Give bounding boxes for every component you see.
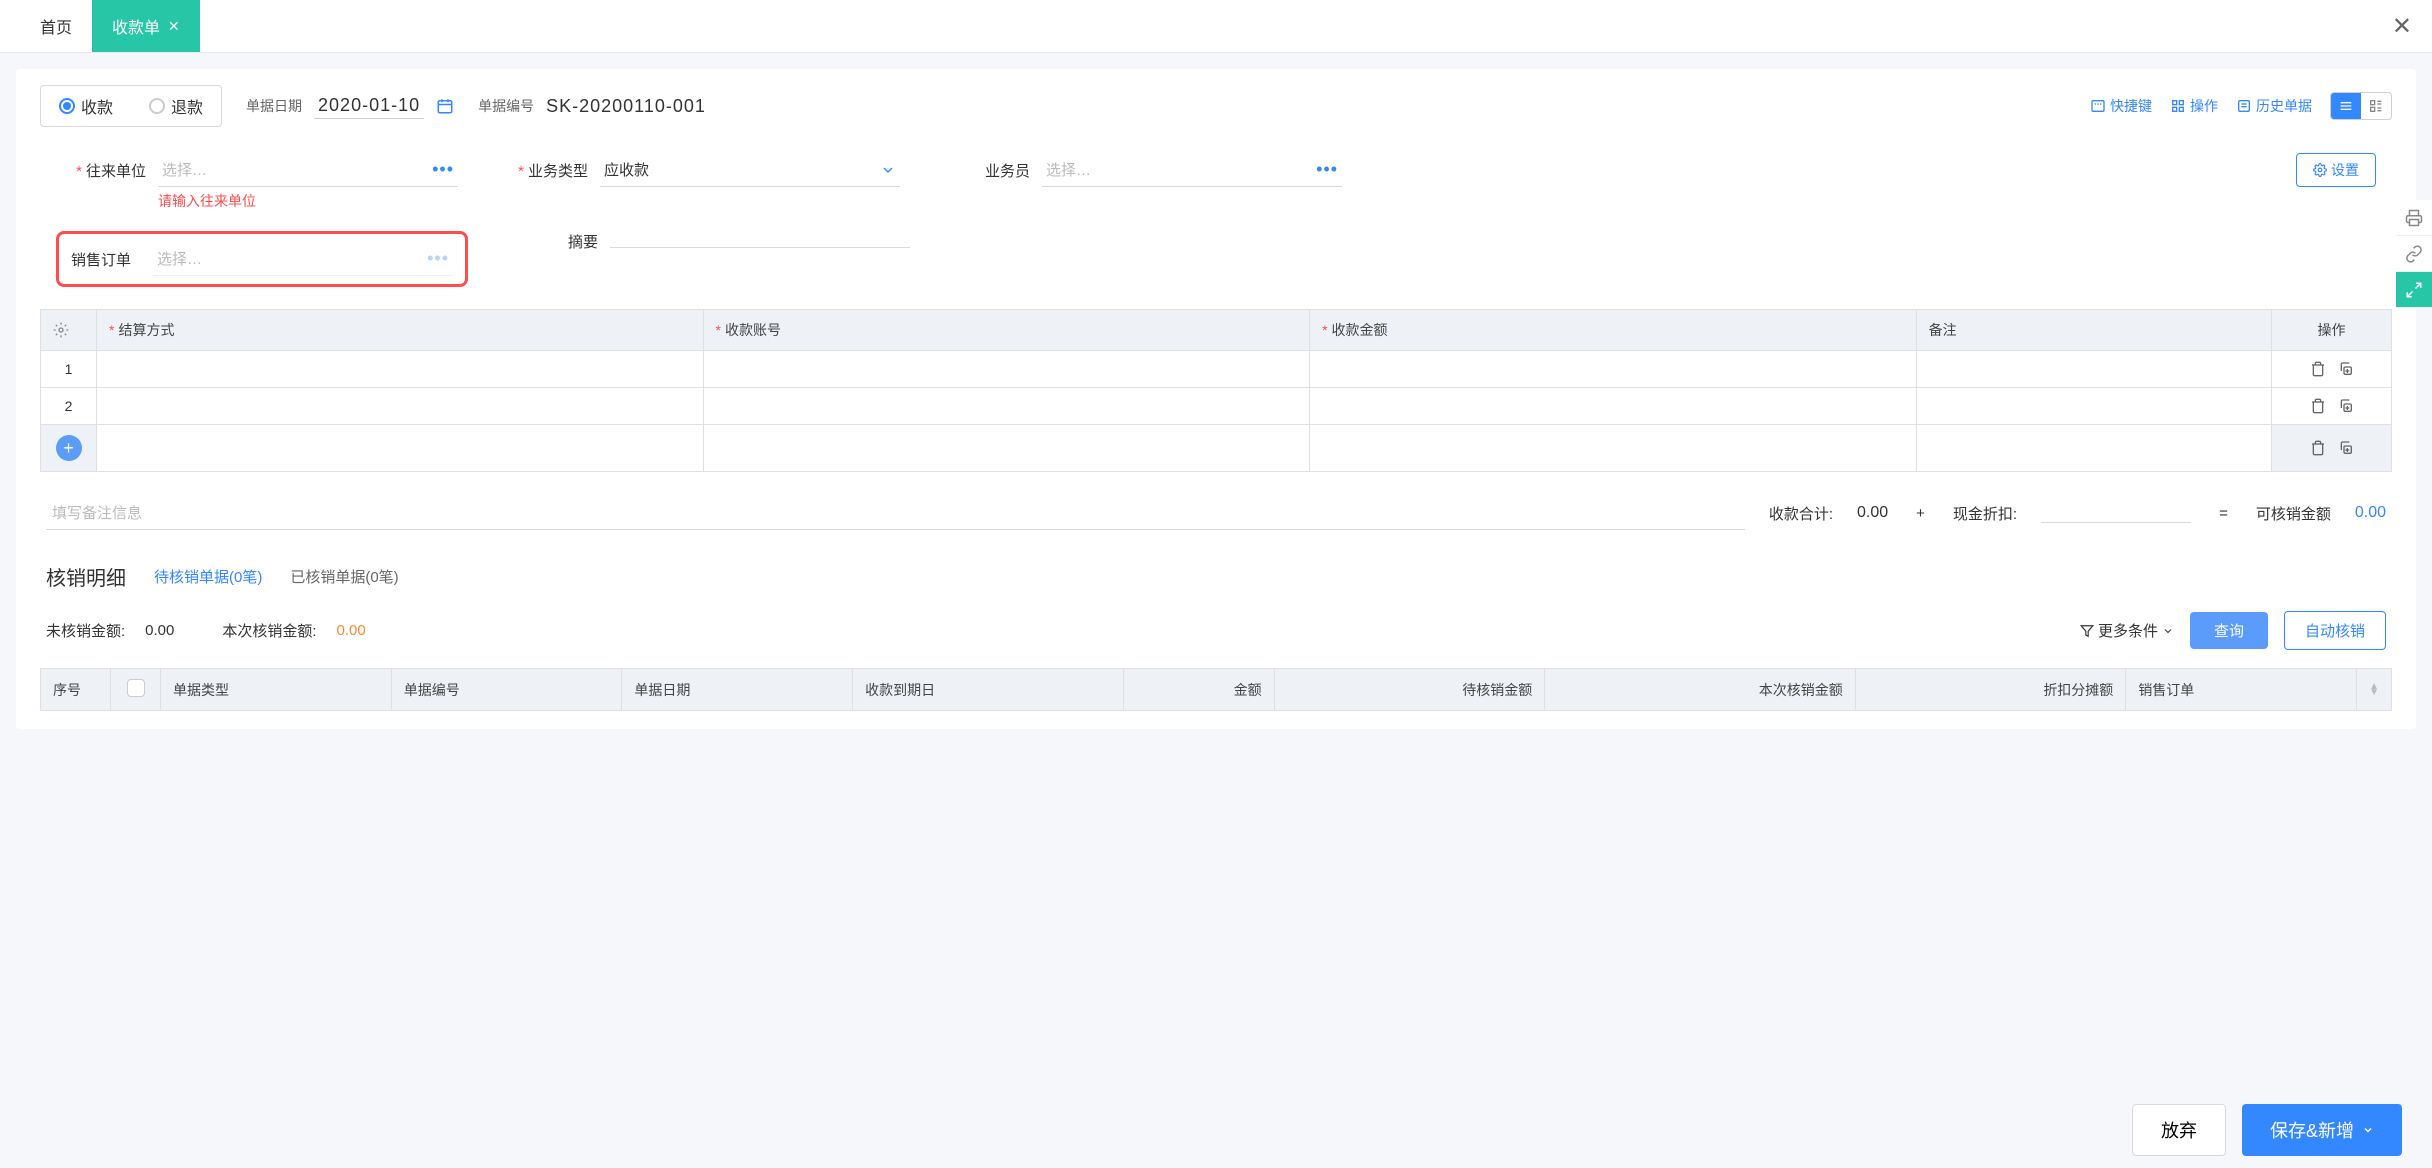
offset-value: 0.00 xyxy=(2355,504,2386,522)
shortcut-link[interactable]: 快捷键 xyxy=(2090,96,2152,116)
settings-button[interactable]: 设置 xyxy=(2296,153,2376,187)
add-row-button[interactable]: + xyxy=(56,435,82,461)
col-current: 本次核销金额 xyxy=(1545,669,1855,711)
pending-tab[interactable]: 待核销单据(0笔) xyxy=(154,562,262,591)
doc-num-value: SK-20200110-001 xyxy=(546,96,706,117)
verify-section-title: 核销明细 xyxy=(46,562,126,591)
radio-refund[interactable]: 退款 xyxy=(131,86,221,126)
sales-order-highlight: 销售订单 选择… ••• xyxy=(56,231,468,287)
radio-unchecked-icon xyxy=(149,98,165,114)
discount-input[interactable] xyxy=(2041,503,2191,523)
more-conditions-toggle[interactable]: 更多条件 xyxy=(2080,620,2174,641)
checkbox-icon xyxy=(127,679,145,697)
offset-label: 可核销金额 xyxy=(2256,503,2331,524)
receipt-table: *结算方式 *收款账号 *收款金额 备注 操作 1 2 xyxy=(40,309,2392,472)
unverified-value: 0.00 xyxy=(145,622,174,639)
delete-icon[interactable] xyxy=(2310,398,2326,414)
table-row: 2 xyxy=(41,388,2392,425)
biztype-select[interactable]: 应收款 xyxy=(600,153,900,187)
col-doc-type: 单据类型 xyxy=(161,669,392,711)
view-list-btn[interactable] xyxy=(2331,93,2361,119)
salesperson-label: 业务员 xyxy=(940,160,1030,181)
table-row: 1 xyxy=(41,351,2392,388)
copy-icon[interactable] xyxy=(2338,440,2354,456)
col-gear[interactable] xyxy=(41,310,97,351)
close-all-icon[interactable]: ✕ xyxy=(2392,12,2412,41)
sales-order-select[interactable]: 选择… ••• xyxy=(153,242,453,276)
doc-date-value[interactable]: 2020-01-10 xyxy=(314,93,424,119)
sales-order-label: 销售订单 xyxy=(71,249,141,270)
verify-table: 序号 单据类型 单据编号 单据日期 收款到期日 金额 待核销金额 本次核销金额 … xyxy=(40,668,2392,711)
col-amount: 金额 xyxy=(1123,669,1274,711)
row-num: 1 xyxy=(41,351,97,388)
row-num: 2 xyxy=(41,388,97,425)
tab-home[interactable]: 首页 xyxy=(20,0,92,52)
col-pending: 待核销金额 xyxy=(1274,669,1545,711)
auto-verify-button[interactable]: 自动核销 xyxy=(2284,611,2386,650)
col-action: 操作 xyxy=(2272,310,2392,351)
receipt-type-radio[interactable]: 收款 退款 xyxy=(40,85,222,127)
chevron-down-icon[interactable] xyxy=(880,162,896,178)
history-link[interactable]: 历史单据 xyxy=(2236,96,2312,116)
col-seq: 序号 xyxy=(41,669,111,711)
discount-label: 现金折扣: xyxy=(1953,503,2017,524)
col-sort[interactable]: ▲▼ xyxy=(2357,669,2392,711)
col-due-date: 收款到期日 xyxy=(853,669,1124,711)
more-icon[interactable]: ••• xyxy=(1316,159,1338,180)
doc-num-label: 单据编号 xyxy=(478,96,534,116)
side-link-icon[interactable] xyxy=(2396,236,2432,272)
doc-date-label: 单据日期 xyxy=(246,96,302,116)
done-tab[interactable]: 已核销单据(0笔) xyxy=(290,562,398,591)
discard-button[interactable]: 放弃 xyxy=(2132,1104,2226,1156)
partner-label: *往来单位 xyxy=(56,160,146,181)
gear-icon xyxy=(53,322,84,338)
col-account: *收款账号 xyxy=(703,310,1310,351)
calendar-icon[interactable] xyxy=(436,97,454,115)
radio-receive[interactable]: 收款 xyxy=(41,86,131,126)
remark-input[interactable]: 填写备注信息 xyxy=(46,496,1745,530)
more-icon[interactable]: ••• xyxy=(432,159,454,180)
side-expand-icon[interactable] xyxy=(2396,272,2432,308)
view-detail-btn[interactable] xyxy=(2361,93,2391,119)
query-button[interactable]: 查询 xyxy=(2190,612,2268,649)
col-settle-method: *结算方式 xyxy=(97,310,704,351)
total-label: 收款合计: xyxy=(1769,503,1833,524)
total-value: 0.00 xyxy=(1857,504,1888,522)
unverified-label: 未核销金额: xyxy=(46,620,125,641)
col-discount-share: 折扣分摊额 xyxy=(1855,669,2126,711)
delete-icon[interactable] xyxy=(2310,361,2326,377)
copy-icon[interactable] xyxy=(2338,361,2354,377)
more-icon[interactable]: ••• xyxy=(427,248,449,269)
biztype-label: *业务类型 xyxy=(498,160,588,181)
radio-checked-icon xyxy=(59,98,75,114)
current-verify-value: 0.00 xyxy=(337,622,366,639)
col-amount: *收款金额 xyxy=(1310,310,1917,351)
close-icon[interactable]: ✕ xyxy=(168,18,180,35)
col-checkbox[interactable] xyxy=(111,669,161,711)
current-verify-label: 本次核销金额: xyxy=(222,620,316,641)
save-new-button[interactable]: 保存&新增 xyxy=(2242,1104,2402,1156)
tab-receipt-label: 收款单 xyxy=(112,14,160,38)
col-doc-num: 单据编号 xyxy=(391,669,622,711)
col-sales-order: 销售订单 xyxy=(2126,669,2357,711)
partner-error: 请输入往来单位 xyxy=(158,191,458,211)
salesperson-select[interactable]: 选择… ••• xyxy=(1042,153,1342,187)
delete-icon[interactable] xyxy=(2310,440,2326,456)
view-toggle xyxy=(2330,92,2392,120)
side-print-icon[interactable] xyxy=(2396,200,2432,236)
abstract-label: 摘要 xyxy=(508,231,598,252)
copy-icon[interactable] xyxy=(2338,398,2354,414)
operate-link[interactable]: 操作 xyxy=(2170,96,2218,116)
tab-receipt[interactable]: 收款单 ✕ xyxy=(92,0,200,52)
abstract-input[interactable] xyxy=(610,235,910,248)
col-doc-date: 单据日期 xyxy=(622,669,853,711)
col-remark: 备注 xyxy=(1916,310,2271,351)
partner-select[interactable]: 选择… ••• xyxy=(158,153,458,187)
table-row-add: + xyxy=(41,425,2392,472)
